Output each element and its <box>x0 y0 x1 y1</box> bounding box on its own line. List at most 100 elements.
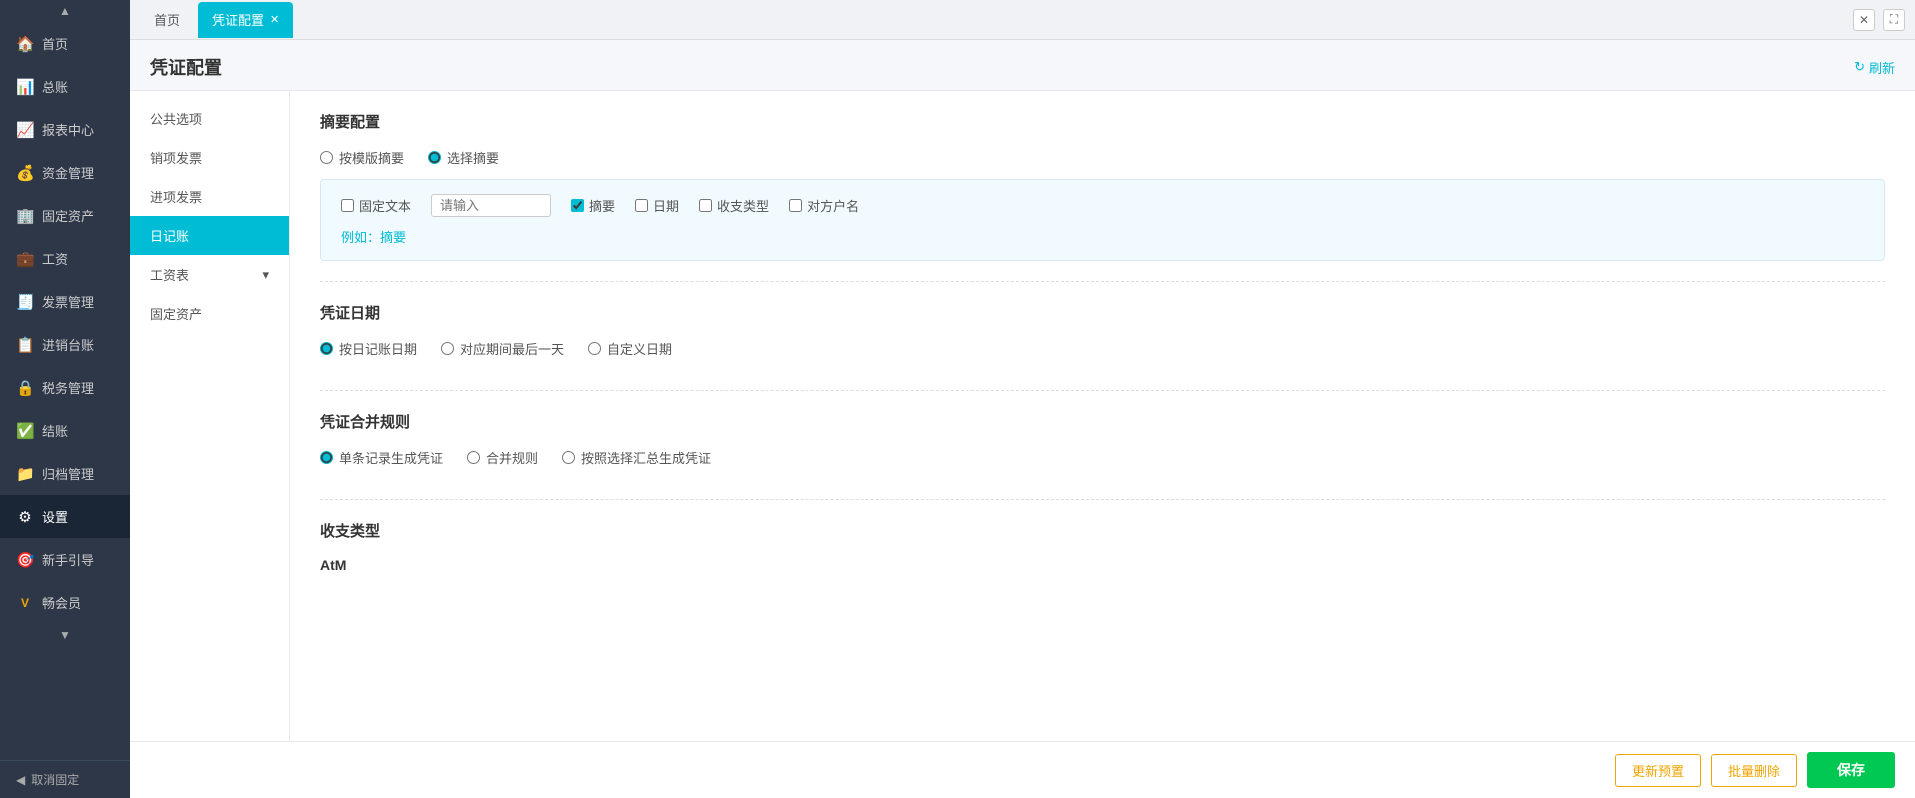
funds-icon: 💰 <box>16 164 34 182</box>
sidebar-item-tax[interactable]: 🔒 税务管理 <box>0 366 130 409</box>
radio-last-day-input[interactable] <box>441 342 454 355</box>
radio-merge-rule-label: 合并规则 <box>486 448 538 467</box>
checkbox-date-label: 日期 <box>653 196 679 215</box>
merge-rules-title: 凭证合并规则 <box>320 411 1885 432</box>
radio-last-day[interactable]: 对应期间最后一天 <box>441 339 564 358</box>
sidebar-item-funds[interactable]: 💰 资金管理 <box>0 151 130 194</box>
refresh-button[interactable]: ↻ 刷新 <box>1854 58 1895 77</box>
nav-public-options[interactable]: 公共选项 <box>130 99 289 138</box>
merge-rules-radio-group: 单条记录生成凭证 合并规则 按照选择汇总生成凭证 <box>320 448 1885 467</box>
radio-template-abstract-label: 按模版摘要 <box>339 148 404 167</box>
update-preset-button[interactable]: 更新预置 <box>1615 754 1701 787</box>
checkout-icon: ✅ <box>16 422 34 440</box>
checkbox-income-type[interactable]: 收支类型 <box>699 196 769 215</box>
radio-single-record-input[interactable] <box>320 451 333 464</box>
sidebar-scroll-down[interactable]: ▼ <box>0 624 130 646</box>
radio-single-record-label: 单条记录生成凭证 <box>339 448 443 467</box>
sidebar-item-invoice[interactable]: 🧾 发票管理 <box>0 280 130 323</box>
nav-label: 销项发票 <box>150 148 202 167</box>
member-icon: V <box>16 596 34 610</box>
radio-custom-date[interactable]: 自定义日期 <box>588 339 672 358</box>
sidebar-item-archive[interactable]: 📁 归档管理 <box>0 452 130 495</box>
example-text: 例如：摘要 <box>341 227 1864 246</box>
window-maximize-button[interactable]: ⛶ <box>1883 9 1905 31</box>
settings-icon: ⚙ <box>16 508 34 526</box>
tab-voucher-config[interactable]: 凭证配置 ✕ <box>198 2 293 38</box>
radio-select-abstract-label: 选择摘要 <box>447 148 499 167</box>
nav-label: 日记账 <box>150 226 189 245</box>
tab-home-label: 首页 <box>154 10 180 29</box>
nav-journal[interactable]: 日记账 <box>130 216 289 255</box>
radio-single-record[interactable]: 单条记录生成凭证 <box>320 448 443 467</box>
checkbox-date-input[interactable] <box>635 199 648 212</box>
cancel-pin-label: 取消固定 <box>31 771 79 788</box>
section-income-type: 收支类型 AtM <box>320 500 1885 573</box>
sidebar-item-label: 进销台账 <box>42 335 94 354</box>
radio-summary-input[interactable] <box>562 451 575 464</box>
tab-right-controls: ✕ ⛶ <box>1853 9 1905 31</box>
bottom-bar: 更新预置 批量删除 保存 <box>130 741 1915 798</box>
sidebar-item-assets[interactable]: 🏢 固定资产 <box>0 194 130 237</box>
save-button[interactable]: 保存 <box>1807 752 1895 788</box>
radio-merge-rule-input[interactable] <box>467 451 480 464</box>
sidebar-item-label: 首页 <box>42 34 68 53</box>
sidebar-item-label: 结账 <box>42 421 68 440</box>
sidebar-scroll-up[interactable]: ▲ <box>0 0 130 22</box>
checkbox-abstract[interactable]: 摘要 <box>571 196 615 215</box>
nav-purchase-invoice[interactable]: 进项发票 <box>130 177 289 216</box>
radio-journal-date-input[interactable] <box>320 342 333 355</box>
sidebar-item-reports[interactable]: 📈 报表中心 <box>0 108 130 151</box>
sidebar-item-settings[interactable]: ⚙ 设置 <box>0 495 130 538</box>
nav-sales-invoice[interactable]: 销项发票 <box>130 138 289 177</box>
nav-label: 进项发票 <box>150 187 202 206</box>
checkbox-fixed-text-input[interactable] <box>341 199 354 212</box>
sidebar-item-member[interactable]: V 畅会员 <box>0 581 130 624</box>
window-close-button[interactable]: ✕ <box>1853 9 1875 31</box>
radio-select-abstract[interactable]: 选择摘要 <box>428 148 499 167</box>
checkbox-income-type-label: 收支类型 <box>717 196 769 215</box>
nav-payroll[interactable]: 工资表 ▾ <box>130 255 289 294</box>
sidebar-item-ledger[interactable]: 📊 总账 <box>0 65 130 108</box>
checkbox-income-type-input[interactable] <box>699 199 712 212</box>
atm-section: AtM <box>320 557 1885 573</box>
section-voucher-date: 凭证日期 按日记账日期 对应期间最后一天 自定义日期 <box>320 302 1885 391</box>
cancel-pin-button[interactable]: ◀ 取消固定 <box>0 760 130 798</box>
section-merge-rules: 凭证合并规则 单条记录生成凭证 合并规则 按照选择汇总生成凭证 <box>320 411 1885 500</box>
radio-template-abstract[interactable]: 按模版摘要 <box>320 148 404 167</box>
nav-label: 工资表 <box>150 265 189 284</box>
checkbox-fixed-text[interactable]: 固定文本 <box>341 196 411 215</box>
radio-summary[interactable]: 按照选择汇总生成凭证 <box>562 448 711 467</box>
radio-custom-date-input[interactable] <box>588 342 601 355</box>
assets-icon: 🏢 <box>16 207 34 225</box>
content-layout: 公共选项 销项发票 进项发票 日记账 工资表 ▾ 固定资产 <box>130 91 1915 741</box>
sidebar-item-label: 资金管理 <box>42 163 94 182</box>
sidebar-item-label: 工资 <box>42 249 68 268</box>
checkbox-abstract-input[interactable] <box>571 199 584 212</box>
salary-icon: 💼 <box>16 250 34 268</box>
abstract-radio-group: 按模版摘要 选择摘要 <box>320 148 1885 167</box>
chevron-down-icon: ▾ <box>262 267 269 283</box>
radio-select-abstract-input[interactable] <box>428 151 441 164</box>
checkbox-counterparty-input[interactable] <box>789 199 802 212</box>
sidebar-item-checkout[interactable]: ✅ 结账 <box>0 409 130 452</box>
tab-home[interactable]: 首页 <box>140 2 194 38</box>
guide-icon: 🎯 <box>16 551 34 569</box>
section-abstract: 摘要配置 按模版摘要 选择摘要 <box>320 111 1885 282</box>
sidebar-item-guide[interactable]: 🎯 新手引导 <box>0 538 130 581</box>
sidebar-item-label: 设置 <box>42 507 68 526</box>
checkbox-counterparty[interactable]: 对方户名 <box>789 196 859 215</box>
checkbox-date[interactable]: 日期 <box>635 196 679 215</box>
radio-journal-date[interactable]: 按日记账日期 <box>320 339 417 358</box>
sidebar-item-home[interactable]: 🏠 首页 <box>0 22 130 65</box>
nav-fixed-assets[interactable]: 固定资产 <box>130 294 289 333</box>
batch-delete-button[interactable]: 批量删除 <box>1711 754 1797 787</box>
sidebar: ▲ 🏠 首页 📊 总账 📈 报表中心 💰 资金管理 🏢 固定资产 💼 工资 🧾 … <box>0 0 130 798</box>
fixed-text-input[interactable] <box>431 194 551 217</box>
radio-merge-rule[interactable]: 合并规则 <box>467 448 538 467</box>
tab-close-icon[interactable]: ✕ <box>270 13 279 26</box>
invoice-icon: 🧾 <box>16 293 34 311</box>
radio-template-abstract-input[interactable] <box>320 151 333 164</box>
right-content: 摘要配置 按模版摘要 选择摘要 <box>290 91 1915 741</box>
sidebar-item-salary[interactable]: 💼 工资 <box>0 237 130 280</box>
sidebar-item-stock[interactable]: 📋 进销台账 <box>0 323 130 366</box>
